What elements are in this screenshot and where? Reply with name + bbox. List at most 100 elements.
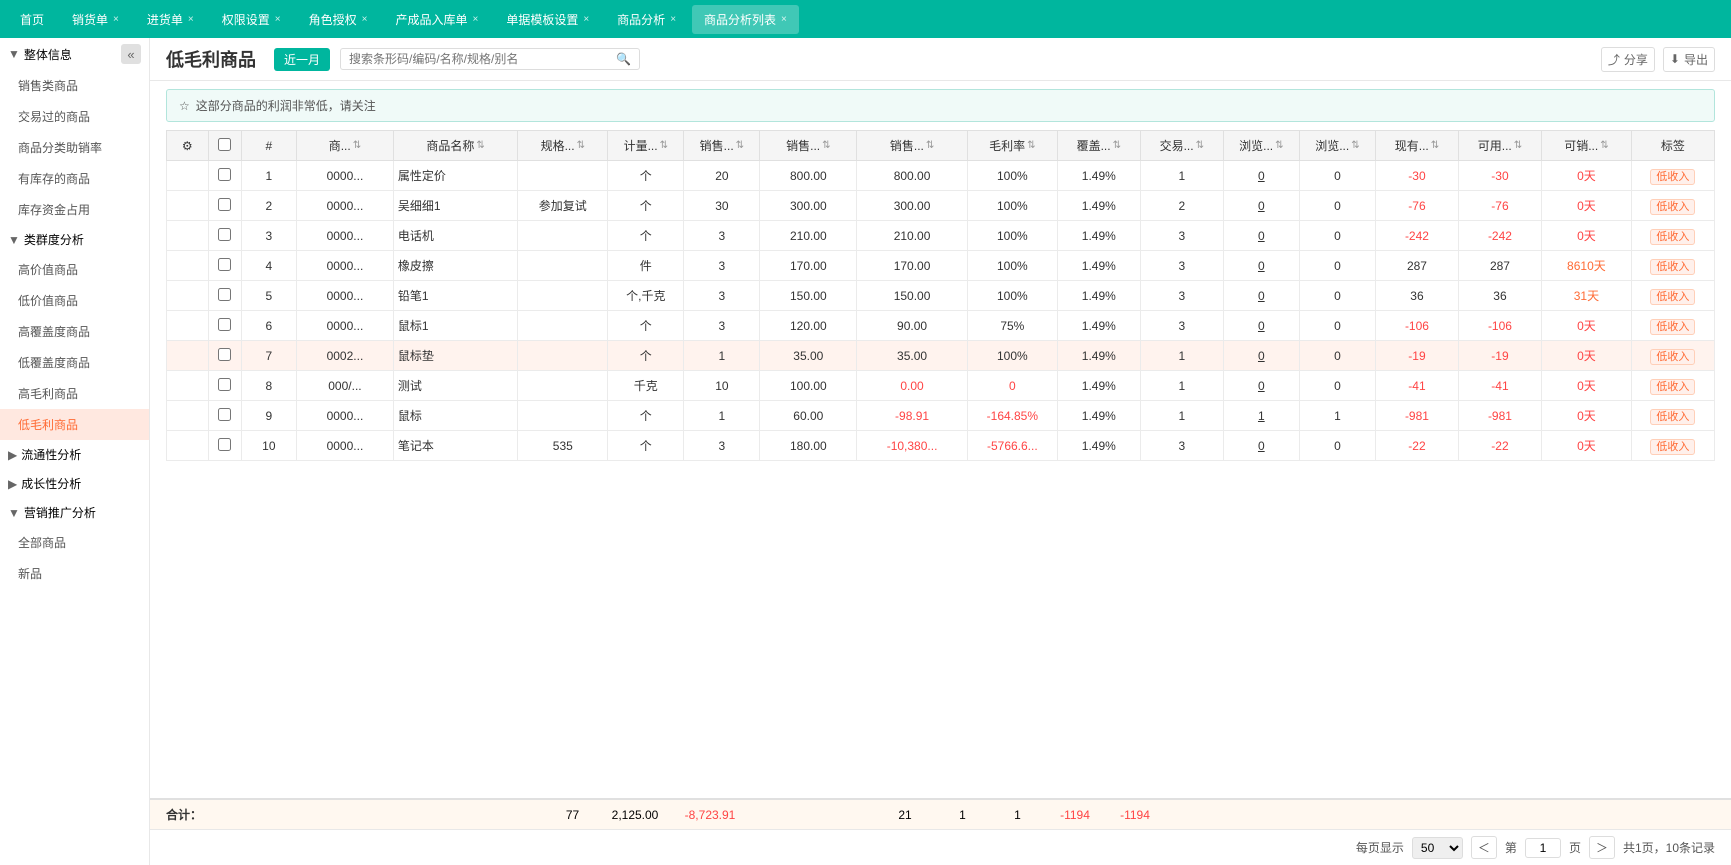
sort-icon-sale-price[interactable]: ⇅ xyxy=(822,140,830,151)
per-page-select[interactable]: 50 20 100 xyxy=(1412,837,1463,859)
nav-analysis-list-close[interactable]: × xyxy=(781,14,787,25)
sort-icon-view2[interactable]: ⇅ xyxy=(1351,140,1359,151)
sidebar-item-inventory-capital[interactable]: 库存资金占用 xyxy=(0,194,149,225)
nav-permissions[interactable]: 权限设置 × xyxy=(210,5,293,34)
cell-view1[interactable]: 1 xyxy=(1223,401,1299,431)
col-sale-profit[interactable]: 销售...⇅ xyxy=(857,131,968,161)
sort-icon-saleable[interactable]: ⇅ xyxy=(1600,140,1608,151)
nav-products-close[interactable]: × xyxy=(472,14,478,25)
col-transaction[interactable]: 交易...⇅ xyxy=(1140,131,1223,161)
search-icon[interactable]: 🔍 xyxy=(616,52,631,66)
view1-link[interactable]: 0 xyxy=(1258,439,1265,453)
sort-icon-sale-count[interactable]: ⇅ xyxy=(736,140,744,151)
nav-template[interactable]: 单据模板设置 × xyxy=(494,5,601,34)
cell-checkbox[interactable] xyxy=(208,251,241,281)
sidebar-item-inventory-products[interactable]: 有库存的商品 xyxy=(0,163,149,194)
search-box[interactable]: 🔍 xyxy=(340,48,640,70)
view1-link[interactable]: 0 xyxy=(1258,169,1265,183)
nav-purchase[interactable]: 进货单 × xyxy=(135,5,206,34)
search-input[interactable] xyxy=(349,52,616,66)
col-available[interactable]: 可用...⇅ xyxy=(1458,131,1541,161)
sort-icon-gross[interactable]: ⇅ xyxy=(1027,140,1035,151)
nav-purchase-close[interactable]: × xyxy=(188,14,194,25)
settings-icon[interactable]: ⚙ xyxy=(182,139,193,153)
nav-roles[interactable]: 角色授权 × xyxy=(297,5,380,34)
cell-checkbox[interactable] xyxy=(208,161,241,191)
sidebar-section-cluster[interactable]: ▼ 类群度分析 xyxy=(0,225,149,254)
col-view2[interactable]: 浏览...⇅ xyxy=(1299,131,1375,161)
cell-view1[interactable]: 0 xyxy=(1223,341,1299,371)
col-gross-rate[interactable]: 毛利率⇅ xyxy=(967,131,1057,161)
sort-icon-view1[interactable]: ⇅ xyxy=(1275,140,1283,151)
cell-checkbox[interactable] xyxy=(208,431,241,461)
sort-icon-name[interactable]: ⇅ xyxy=(476,140,484,151)
cell-view1[interactable]: 0 xyxy=(1223,161,1299,191)
cell-checkbox[interactable] xyxy=(208,371,241,401)
col-coverage[interactable]: 覆盖...⇅ xyxy=(1057,131,1140,161)
col-settings[interactable]: ⚙ xyxy=(167,131,209,161)
col-view1[interactable]: 浏览...⇅ xyxy=(1223,131,1299,161)
view1-link[interactable]: 0 xyxy=(1258,199,1265,213)
sort-icon-available[interactable]: ⇅ xyxy=(1514,140,1522,151)
view1-link[interactable]: 0 xyxy=(1258,349,1265,363)
nav-permissions-close[interactable]: × xyxy=(275,14,281,25)
view1-link[interactable]: 0 xyxy=(1258,319,1265,333)
row-checkbox[interactable] xyxy=(218,228,231,241)
sidebar-item-all-products[interactable]: 全部商品 xyxy=(0,527,149,558)
row-checkbox[interactable] xyxy=(218,318,231,331)
cell-view1[interactable]: 0 xyxy=(1223,311,1299,341)
sort-icon-code[interactable]: ⇅ xyxy=(353,140,361,151)
nav-home[interactable]: 首页 xyxy=(8,5,56,34)
sidebar-item-high-value[interactable]: 高价值商品 xyxy=(0,254,149,285)
cell-checkbox[interactable] xyxy=(208,311,241,341)
cell-checkbox[interactable] xyxy=(208,221,241,251)
sort-icon-sale-profit[interactable]: ⇅ xyxy=(926,140,934,151)
col-unit[interactable]: 计量...⇅ xyxy=(608,131,684,161)
sidebar-item-low-margin[interactable]: 低毛利商品 xyxy=(0,409,149,440)
col-name[interactable]: 商品名称⇅ xyxy=(393,131,518,161)
sort-icon-current[interactable]: ⇅ xyxy=(1431,140,1439,151)
export-button[interactable]: ⬇ 导出 xyxy=(1663,47,1715,72)
cell-view1[interactable]: 0 xyxy=(1223,251,1299,281)
nav-products[interactable]: 产成品入库单 × xyxy=(383,5,490,34)
sidebar-item-low-value[interactable]: 低价值商品 xyxy=(0,285,149,316)
sidebar-section-marketing[interactable]: ▼ 营销推广分析 xyxy=(0,498,149,527)
prev-page-btn[interactable]: ＜ xyxy=(1471,836,1497,859)
view1-link[interactable]: 0 xyxy=(1258,379,1265,393)
row-checkbox[interactable] xyxy=(218,198,231,211)
sidebar-section-overall[interactable]: ▼ 整体信息 « xyxy=(0,38,149,70)
col-saleable[interactable]: 可销...⇅ xyxy=(1541,131,1631,161)
nav-roles-close[interactable]: × xyxy=(362,14,368,25)
nav-analysis[interactable]: 商品分析 × xyxy=(605,5,688,34)
view1-link[interactable]: 0 xyxy=(1258,259,1265,273)
sidebar-item-high-coverage[interactable]: 高覆盖度商品 xyxy=(0,316,149,347)
row-checkbox[interactable] xyxy=(218,348,231,361)
nav-analysis-close[interactable]: × xyxy=(670,14,676,25)
row-checkbox[interactable] xyxy=(218,258,231,271)
cell-checkbox[interactable] xyxy=(208,191,241,221)
cell-checkbox[interactable] xyxy=(208,401,241,431)
cell-checkbox[interactable] xyxy=(208,341,241,371)
col-code[interactable]: 商...⇅ xyxy=(297,131,394,161)
col-sale-count[interactable]: 销售...⇅ xyxy=(684,131,760,161)
row-checkbox[interactable] xyxy=(218,168,231,181)
cell-view1[interactable]: 0 xyxy=(1223,281,1299,311)
row-checkbox[interactable] xyxy=(218,288,231,301)
cell-view1[interactable]: 0 xyxy=(1223,221,1299,251)
nav-analysis-list[interactable]: 商品分析列表 × xyxy=(692,5,799,34)
col-tag[interactable]: 标签 xyxy=(1631,131,1714,161)
share-button[interactable]: ⤴ 分享 xyxy=(1601,47,1655,72)
col-spec[interactable]: 规格...⇅ xyxy=(518,131,608,161)
page-number-input[interactable] xyxy=(1525,838,1561,858)
sidebar-item-traded-products[interactable]: 交易过的商品 xyxy=(0,101,149,132)
sort-icon-unit[interactable]: ⇅ xyxy=(660,140,668,151)
cell-view1[interactable]: 0 xyxy=(1223,431,1299,461)
col-sale-price[interactable]: 销售...⇅ xyxy=(760,131,857,161)
sidebar-item-category-rate[interactable]: 商品分类助销率 xyxy=(0,132,149,163)
view1-link[interactable]: 0 xyxy=(1258,289,1265,303)
row-checkbox[interactable] xyxy=(218,408,231,421)
nav-sales-close[interactable]: × xyxy=(113,14,119,25)
next-page-btn[interactable]: ＞ xyxy=(1589,836,1615,859)
nav-template-close[interactable]: × xyxy=(583,14,589,25)
sort-icon-spec[interactable]: ⇅ xyxy=(577,140,585,151)
